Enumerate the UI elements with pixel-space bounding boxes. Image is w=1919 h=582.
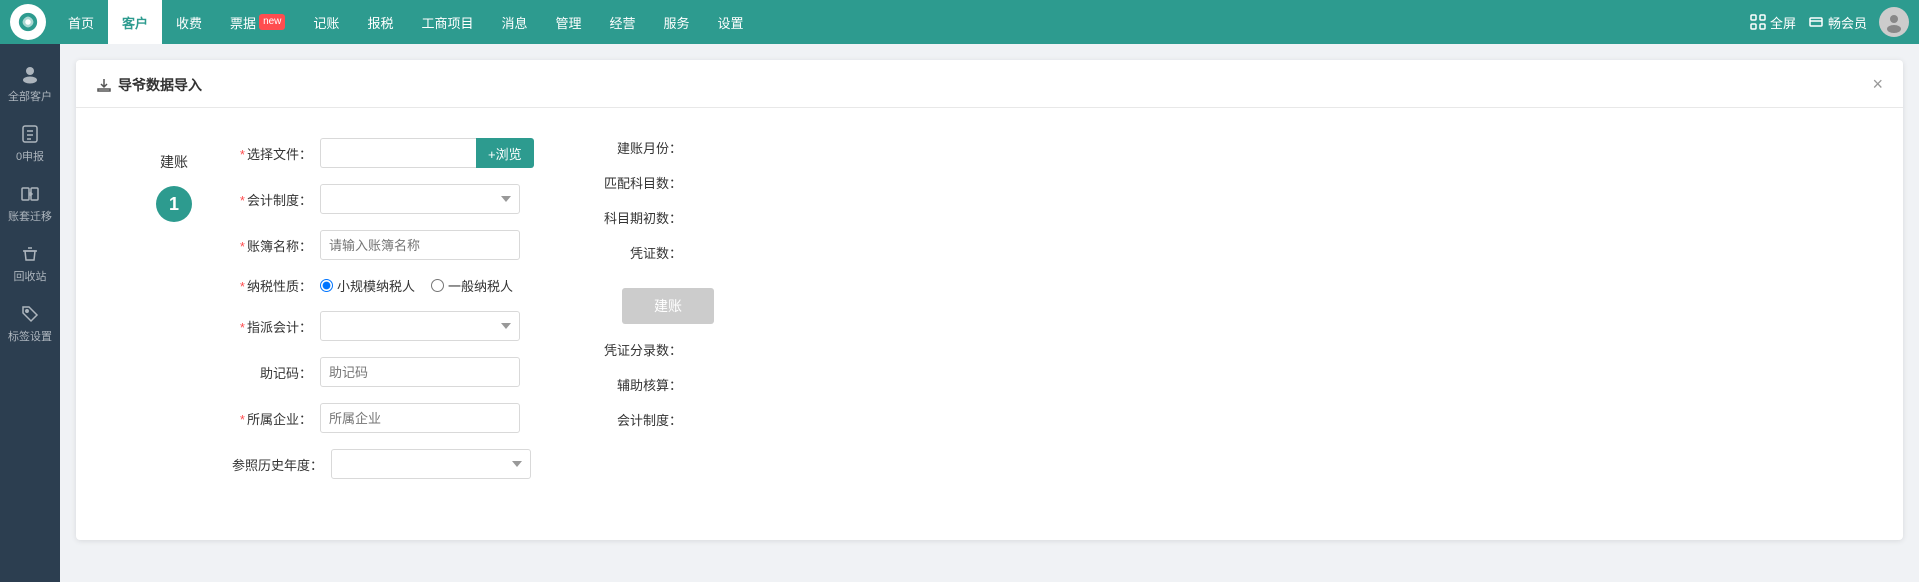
dialog-title: 导爷数据导入 xyxy=(96,75,202,95)
radio-group-tax: 小规模纳税人 一般纳税人 xyxy=(320,276,513,295)
radio-small-tax[interactable]: 小规模纳税人 xyxy=(320,276,415,295)
browse-button[interactable]: +浏览 xyxy=(476,138,534,168)
match-subjects-label: 匹配科目数： xyxy=(592,173,682,192)
assign-accountant-select[interactable] xyxy=(320,311,520,341)
nav-items: 首页 客户 收费 票据 new 记账 报税 工商项目 消息 管理 经营 服务 设… xyxy=(54,0,1750,44)
subject-initial-label: 科目期初数： xyxy=(592,208,682,227)
info-row-accounting-system-right: 会计制度： xyxy=(592,410,812,429)
history-year-label: 参照历史年度： xyxy=(232,455,323,474)
radio-general-tax[interactable]: 一般纳税人 xyxy=(431,276,513,295)
fullscreen-btn[interactable]: 全屏 xyxy=(1750,13,1796,32)
form-row-tax-nature: *纳税性质： 小规模纳税人 一般纳税人 xyxy=(232,276,552,295)
vip-btn[interactable]: 畅会员 xyxy=(1808,13,1867,32)
nav-item-home[interactable]: 首页 xyxy=(54,0,108,44)
info-row-voucher-records: 凭证分录数： xyxy=(592,340,812,359)
form-fields: *选择文件： +浏览 *会计制度： xyxy=(232,138,552,479)
nav-item-service[interactable]: 服务 xyxy=(650,0,704,44)
form-row-company: *所属企业： xyxy=(232,403,552,433)
file-text-input[interactable] xyxy=(320,138,476,168)
nav-item-message[interactable]: 消息 xyxy=(487,0,541,44)
build-month-label: 建账月份： xyxy=(592,138,682,157)
nav-item-bookkeeping[interactable]: 记账 xyxy=(299,0,353,44)
form-area: 建账 1 *选择文件： +浏览 xyxy=(76,108,1903,499)
sidebar-item-tag-settings[interactable]: 标签设置 xyxy=(0,294,60,354)
sidebar-item-zero-report[interactable]: 0申报 xyxy=(0,114,60,174)
nav-item-customer[interactable]: 客户 xyxy=(108,0,162,44)
main-content: 导爷数据导入 × 建账 1 *选择文件： xyxy=(60,44,1919,582)
nav-right: 全屏 畅会员 xyxy=(1750,7,1909,37)
ledger-name-input[interactable] xyxy=(320,230,520,260)
info-row-aux-accounting: 辅助核算： xyxy=(592,375,812,394)
nav-logo[interactable] xyxy=(10,4,46,40)
tax-nature-label: *纳税性质： xyxy=(232,276,312,295)
dialog-header: 导爷数据导入 × xyxy=(76,60,1903,108)
file-input-group: +浏览 xyxy=(320,138,534,168)
nav-item-tax[interactable]: 报税 xyxy=(353,0,407,44)
form-row-memo: 助记码： xyxy=(232,357,552,387)
top-nav: 首页 客户 收费 票据 new 记账 报税 工商项目 消息 管理 经营 服务 设… xyxy=(0,0,1919,44)
nav-item-business[interactable]: 工商项目 xyxy=(407,0,487,44)
form-left: 建账 1 xyxy=(156,138,192,479)
form-row-history-year: 参照历史年度： xyxy=(232,449,552,479)
sidebar-item-all-customers[interactable]: 全部客户 xyxy=(0,54,60,114)
build-label: 建账 xyxy=(160,152,188,172)
build-button[interactable]: 建账 xyxy=(622,288,714,324)
sidebar: 全部客户 0申报 账套迁移 回收站 标签设置 xyxy=(0,44,60,582)
company-input[interactable] xyxy=(320,403,520,433)
nav-item-ticket[interactable]: 票据 new xyxy=(216,0,299,44)
info-row-subject-initial: 科目期初数： xyxy=(592,208,812,227)
ledger-name-label: *账簿名称： xyxy=(232,236,312,255)
accounting-system-select[interactable] xyxy=(320,184,520,214)
sidebar-item-recycle[interactable]: 回收站 xyxy=(0,234,60,294)
form-row-assign-accountant: *指派会计： xyxy=(232,311,552,341)
nav-item-settings[interactable]: 设置 xyxy=(704,0,758,44)
info-panel: 建账月份： 匹配科目数： 科目期初数： 凭证数： 建账 xyxy=(592,138,812,479)
sidebar-item-account-migrate[interactable]: 账套迁移 xyxy=(0,174,60,234)
voucher-records-label: 凭证分录数： xyxy=(592,340,682,359)
aux-accounting-label: 辅助核算： xyxy=(592,375,682,394)
memo-label: 助记码： xyxy=(232,363,312,382)
import-icon xyxy=(96,77,112,93)
avatar[interactable] xyxy=(1879,7,1909,37)
assign-accountant-label: *指派会计： xyxy=(232,317,312,336)
nav-item-manage[interactable]: 管理 xyxy=(541,0,595,44)
close-button[interactable]: × xyxy=(1872,74,1883,95)
nav-item-operation[interactable]: 经营 xyxy=(596,0,650,44)
accounting-system-label: *会计制度： xyxy=(232,190,312,209)
history-year-select[interactable] xyxy=(331,449,531,479)
voucher-count-label: 凭证数： xyxy=(592,243,682,262)
info-row-build-month: 建账月份： xyxy=(592,138,812,157)
form-row-file: *选择文件： +浏览 xyxy=(232,138,552,168)
step-circle: 1 xyxy=(156,186,192,222)
info-row-match-subjects: 匹配科目数： xyxy=(592,173,812,192)
company-label: *所属企业： xyxy=(232,409,312,428)
nav-item-fee[interactable]: 收费 xyxy=(162,0,216,44)
dialog-card: 导爷数据导入 × 建账 1 *选择文件： xyxy=(76,60,1903,540)
new-badge: new xyxy=(259,14,285,30)
form-row-ledger-name: *账簿名称： xyxy=(232,230,552,260)
file-label: *选择文件： xyxy=(232,144,312,163)
accounting-system-right-label: 会计制度： xyxy=(592,410,682,429)
info-row-voucher-count: 凭证数： xyxy=(592,243,812,262)
memo-input[interactable] xyxy=(320,357,520,387)
form-row-accounting-system: *会计制度： xyxy=(232,184,552,214)
